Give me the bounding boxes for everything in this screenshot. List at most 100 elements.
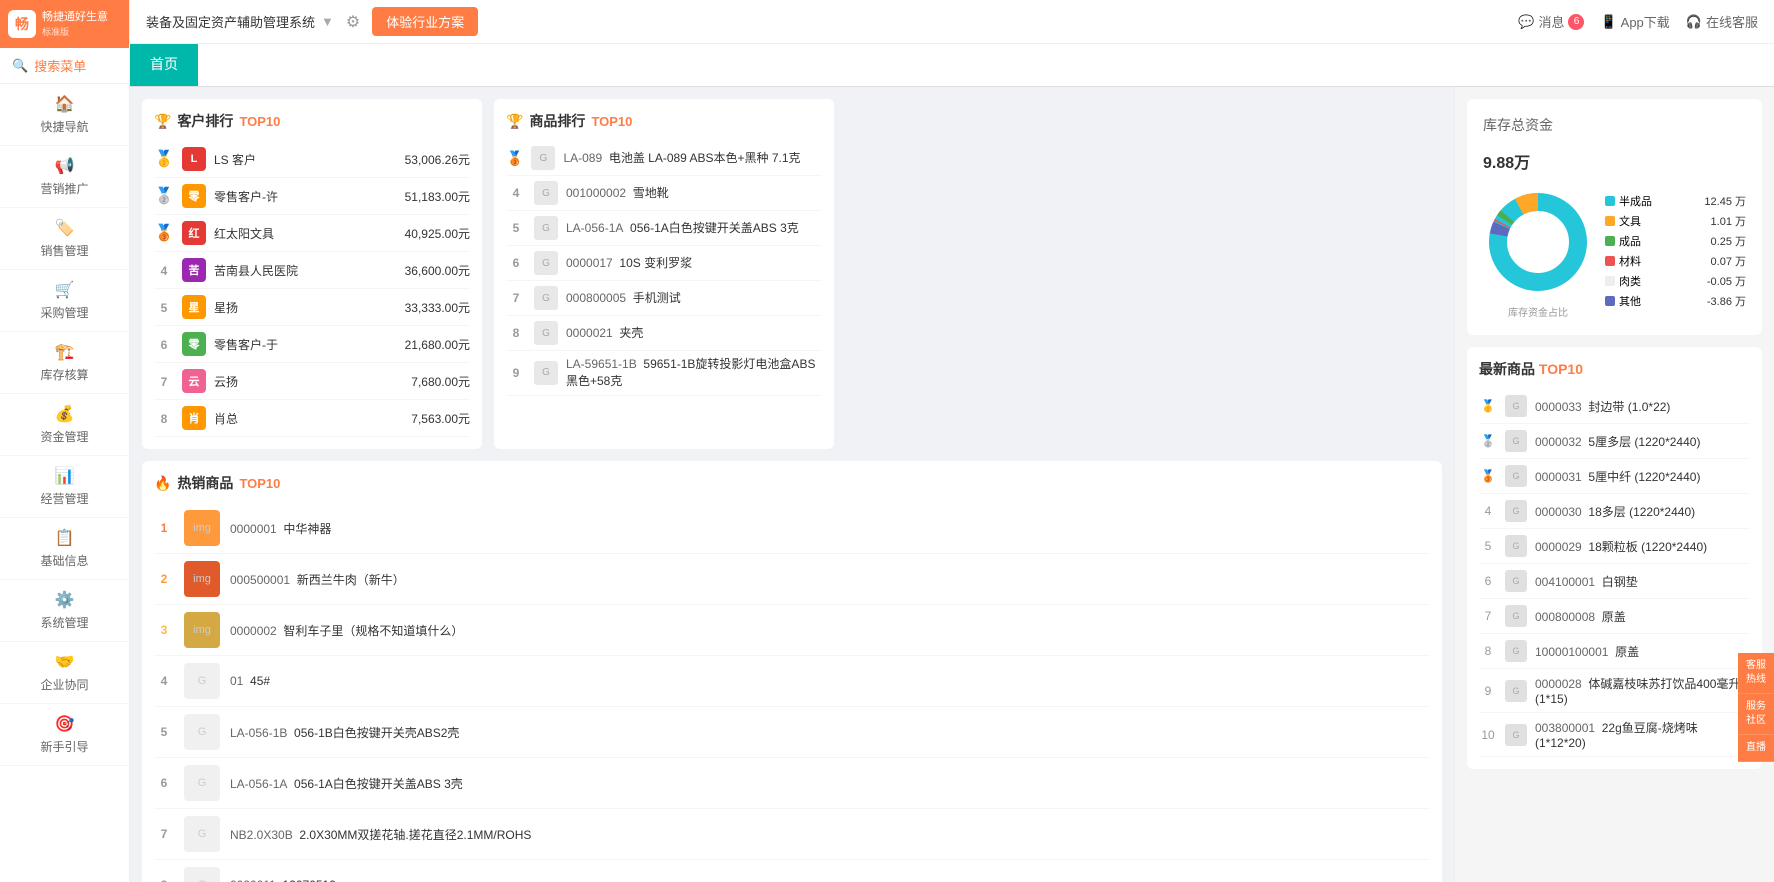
sidebar-item-enterprise[interactable]: 🤝企业协同 [0, 642, 129, 704]
newest-goods-item: 🥉 G 0000031 5厘中纤 (1220*2440) [1479, 459, 1750, 494]
sidebar-item-system[interactable]: ⚙️系统管理 [0, 580, 129, 642]
newest-goods-info: 0000033 封边带 (1.0*22) [1535, 398, 1750, 415]
customer-service-button[interactable]: 客服 热线 [1738, 653, 1774, 694]
hot-goods-info: 000500001 新西兰牛肉（新牛） [230, 571, 1430, 588]
app-label: App下载 [1621, 12, 1670, 31]
inventory-amount: 9.88万 [1483, 143, 1746, 175]
online-label: 在线客服 [1706, 12, 1758, 31]
donut-chart [1483, 187, 1593, 297]
newest-goods-thumb: G [1505, 640, 1527, 662]
hot-goods-thumb: G [184, 663, 220, 699]
customer-avatar: 星 [182, 295, 206, 319]
sidebar-nav: 🏠快捷导航📢营销推广🏷️销售管理🛒采购管理🏗️库存核算💰资金管理📊经营管理📋基础… [0, 84, 129, 766]
topbar: 装备及固定资产辅助管理系统 ▼ ⚙ 体验行业方案 💬 消息 6 📱 App下载 … [130, 0, 1774, 44]
hot-goods-item: 2 img 000500001 新西兰牛肉（新牛） [154, 554, 1430, 605]
legend-name: 文具 [1619, 213, 1641, 229]
newest-goods-thumb: G [1505, 535, 1527, 557]
legend-color [1605, 276, 1615, 286]
rank-number: 4 [161, 264, 168, 278]
hot-goods-item: 4 G 01 45# [154, 656, 1430, 707]
goods-info: LA-089 电池盖 LA-089 ABS本色+黑种 7.1克 [563, 150, 822, 167]
newest-goods-item: 5 G 0000029 18颗粒板 (1220*2440) [1479, 529, 1750, 564]
sidebar-item-marketing[interactable]: 📢营销推广 [0, 146, 129, 208]
goods-thumbnail: G [534, 361, 558, 385]
newest-rank-number: 🥈 [1479, 434, 1497, 448]
purchase-icon: 🛒 [55, 280, 75, 300]
sidebar-item-purchase[interactable]: 🛒采购管理 [0, 270, 129, 332]
sidebar-item-guide[interactable]: 🎯新手引导 [0, 704, 129, 766]
newest-goods-thumb: G [1505, 395, 1527, 417]
legend-name: 其他 [1619, 293, 1641, 309]
newest-goods-item: 6 G 004100001 白钢垫 [1479, 564, 1750, 599]
logo-title: 畅捷通好生意 [42, 10, 108, 24]
hot-goods-item: 3 img 0000002 智利车子里（规格不知道填什么） [154, 605, 1430, 656]
online-service-button[interactable]: 🎧 在线客服 [1686, 12, 1758, 31]
newest-goods-thumb: G [1505, 500, 1527, 522]
customer-name: LS 客户 [214, 151, 397, 168]
float-buttons: 客服 热线服务 社区直播 [1738, 653, 1774, 762]
hot-goods-item: 1 img 0000001 中华神器 [154, 503, 1430, 554]
newest-goods-item: 9 G 0000028 体碱嘉枝味苏打饮品400毫升 (1*15) [1479, 669, 1750, 713]
guide-icon: 🎯 [55, 714, 75, 734]
live-chat-button[interactable]: 直播 [1738, 735, 1774, 762]
customer-ranking-title: 🏆 客户排行 TOP10 [154, 111, 470, 131]
legend-item: 其他 -3.86 万 [1605, 293, 1746, 309]
tab-home[interactable]: 首页 [130, 44, 198, 86]
sales-icon: 🏷️ [55, 218, 75, 238]
sidebar-item-sales[interactable]: 🏷️销售管理 [0, 208, 129, 270]
marketing-icon: 📢 [55, 156, 75, 176]
notification-icon: 💬 [1518, 14, 1534, 30]
hot-rank-number: 3 [154, 623, 174, 637]
hot-rank-number: 7 [154, 827, 174, 841]
customer-name: 云扬 [214, 373, 403, 390]
sidebar-item-quick-nav[interactable]: 🏠快捷导航 [0, 84, 129, 146]
newest-goods-info: 003800001 22g鱼豆腐-烧烤味 (1*12*20) [1535, 719, 1750, 750]
legend-value: 0.25 万 [1711, 233, 1746, 249]
logo-icon: 畅 [8, 10, 36, 38]
topbar-right: 💬 消息 6 📱 App下载 🎧 在线客服 [1518, 12, 1758, 31]
customer-rank-list: 🥇 L LS 客户 53,006.26元 🥈 零 零售客户-许 51,183.0… [154, 141, 470, 437]
sidebar-item-inventory[interactable]: 🏗️库存核算 [0, 332, 129, 394]
customer-avatar: 苦 [182, 258, 206, 282]
legend-item: 文具 1.01 万 [1605, 213, 1746, 229]
basic-icon: 📋 [55, 528, 75, 548]
goods-thumbnail: G [531, 146, 555, 170]
sidebar-item-operations[interactable]: 📊经营管理 [0, 456, 129, 518]
trophy-icon: 🏆 [154, 113, 171, 130]
dropdown-arrow-icon[interactable]: ▼ [321, 14, 334, 29]
hot-rank-number: 6 [154, 776, 174, 790]
sidebar-item-basic[interactable]: 📋基础信息 [0, 518, 129, 580]
goods-ranking-title: 🏆 商品排行 TOP10 [506, 111, 822, 131]
logo-area: 畅 畅捷通好生意 标准版 [0, 0, 129, 48]
legend-color [1605, 296, 1615, 306]
search-menu[interactable]: 🔍 搜索菜单 [0, 48, 129, 84]
goods-info: LA-59651-1B 59651-1B旋转投影灯电池盒ABS黑色+58克 [566, 356, 822, 390]
sidebar-item-finance[interactable]: 💰资金管理 [0, 394, 129, 456]
legend-value: 12.45 万 [1704, 193, 1746, 209]
customer-amount: 53,006.26元 [405, 151, 470, 168]
service-community-button[interactable]: 服务 社区 [1738, 694, 1774, 735]
newest-goods-info: 0000030 18多层 (1220*2440) [1535, 503, 1750, 520]
hot-goods-list: 1 img 0000001 中华神器 2 img 000500001 新西兰牛肉… [154, 503, 1430, 882]
donut-container: 库存资金占比 半成品 12.45 万 文具 1.01 万 成品 0.25 万 材… [1483, 187, 1746, 319]
trial-button[interactable]: 体验行业方案 [372, 7, 478, 36]
gold-medal-icon: 🥇 [154, 151, 174, 168]
legend-value: -3.86 万 [1707, 293, 1746, 309]
newest-goods-info: 0000032 5厘多层 (1220*2440) [1535, 433, 1750, 450]
content-area: 🏆 客户排行 TOP10 🥇 L LS 客户 53,006.26元 🥈 零 零售… [130, 87, 1774, 882]
customer-amount: 21,680.00元 [405, 336, 470, 353]
goods-thumbnail: G [534, 181, 558, 205]
notification-button[interactable]: 💬 消息 6 [1518, 12, 1584, 31]
customer-name: 零售客户-于 [214, 336, 397, 353]
goods-rank-item: 5 G LA-056-1A 056-1A白色按键开关盖ABS 3克 [506, 211, 822, 246]
newest-goods-thumb: G [1505, 465, 1527, 487]
app-download-button[interactable]: 📱 App下载 [1600, 12, 1669, 31]
newest-goods-info: 004100001 白钢垫 [1535, 573, 1750, 590]
newest-rank-number: 🥇 [1479, 399, 1497, 413]
gear-button[interactable]: ⚙ [346, 12, 360, 32]
enterprise-icon: 🤝 [55, 652, 75, 672]
search-menu-label: 搜索菜单 [34, 56, 86, 75]
newest-goods-item: 7 G 000800008 原盖 [1479, 599, 1750, 634]
newest-goods-thumb: G [1505, 680, 1527, 702]
main-content: 🏆 客户排行 TOP10 🥇 L LS 客户 53,006.26元 🥈 零 零售… [130, 87, 1454, 882]
